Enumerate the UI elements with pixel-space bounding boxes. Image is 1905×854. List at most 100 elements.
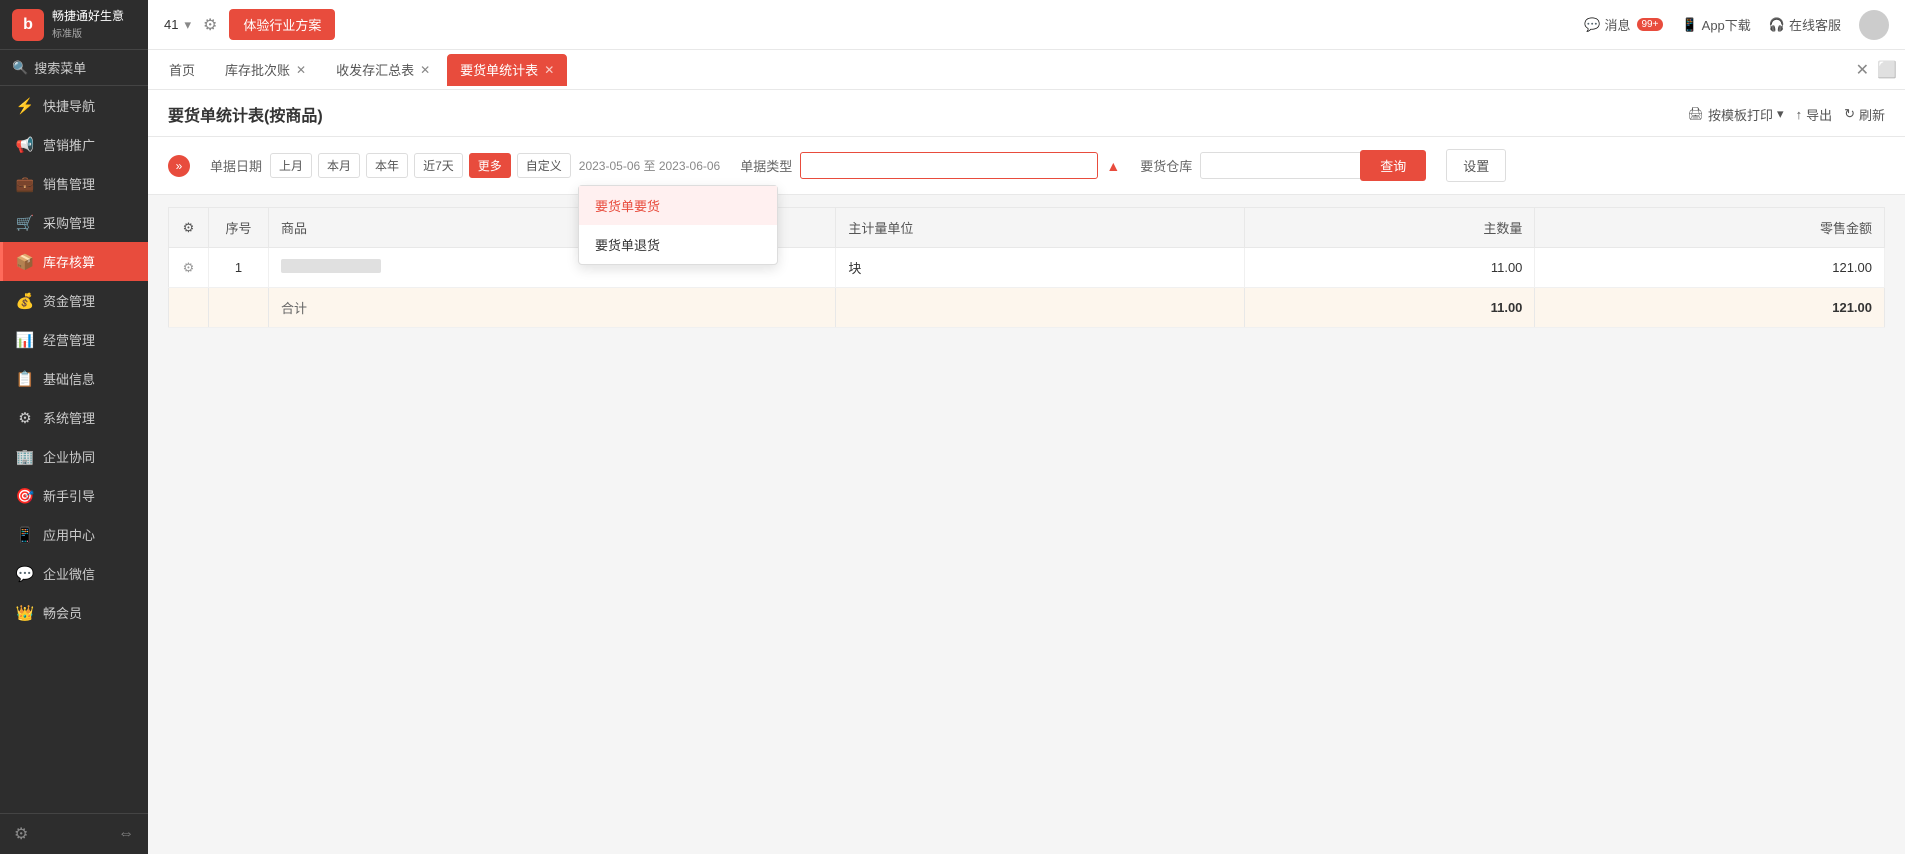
sidebar-item-quick-nav[interactable]: ⚡ 快捷导航 [0,86,148,125]
refresh-icon: ↻ [1844,106,1855,122]
sidebar-item-sales[interactable]: 💼 销售管理 [0,164,148,203]
sidebar-item-inventory[interactable]: 📦 库存核算 [0,242,148,281]
print-btn[interactable]: 🖨 按模板打印 ▾ [1688,105,1784,124]
row-unit: 块 [836,248,1245,288]
query-btn[interactable]: 查询 [1360,150,1426,181]
total-label: 合计 [269,288,836,328]
sidebar-icon-basic-info: 📋 [15,370,35,388]
sidebar-icon-members: 👑 [15,604,35,622]
online-service-btn[interactable]: 🎧 在线客服 [1769,15,1841,34]
topbar-account: 41 ▾ [164,17,191,33]
row-amount: 121.00 [1535,248,1885,288]
date-btn-this-month[interactable]: 本月 [318,153,360,178]
sidebar-label-quick-nav: 快捷导航 [43,96,95,115]
main-content: 41 ▾ ⚙ 体验行业方案 💬 消息 99+ 📱 App下载 🎧 在线客服 [148,0,1905,854]
warehouse-label: 要货仓库 [1140,156,1192,175]
page-title-row: 要货单统计表(按商品) 🖨 按模板打印 ▾ ↑ 导出 ↻ 刷新 [168,102,1885,126]
sidebar-label-sales: 销售管理 [43,174,95,193]
date-btn-this-year[interactable]: 本年 [366,153,408,178]
print-icon: 🖨 [1688,106,1705,122]
sidebar-label-finance: 资金管理 [43,291,95,310]
tabs-bar: 首页库存批次账✕收发存汇总表✕要货单统计表✕ ✕ ⬜ [148,50,1905,90]
tab-close-inventory-batch[interactable]: ✕ [296,63,306,77]
sidebar-label-operations: 经营管理 [43,330,95,349]
date-btn-custom[interactable]: 自定义 [517,153,571,178]
sidebar-icon-purchase: 🛒 [15,214,35,232]
tab-receive-summary[interactable]: 收发存汇总表 ✕ [323,54,443,86]
page-title: 要货单统计表(按商品) [168,102,323,126]
date-btn-7days[interactable]: 近7天 [414,153,463,178]
row-quantity: 11.00 [1244,248,1535,288]
type-input[interactable] [800,152,1098,179]
sidebar-item-basic-info[interactable]: 📋 基础信息 [0,359,148,398]
row-seq: 1 [209,248,269,288]
sidebar-item-purchase[interactable]: 🛒 采购管理 [0,203,148,242]
sidebar-label-system: 系统管理 [43,408,95,427]
dropdown-item-return[interactable]: 要货单退货 [579,225,777,264]
expand-icon: » [176,159,183,173]
filter-date-group: 单据日期 上月 本月 本年 近7天 更多 自定义 2023-05-06 至 20… [210,153,720,178]
tab-label-home: 首页 [169,60,195,79]
topbar: 41 ▾ ⚙ 体验行业方案 💬 消息 99+ 📱 App下载 🎧 在线客服 [148,0,1905,50]
collapse-icon[interactable]: ⇔ [118,825,134,843]
sidebar-item-enterprise[interactable]: 🏢 企业协同 [0,437,148,476]
sidebar-item-system[interactable]: ⚙ 系统管理 [0,398,148,437]
tab-close-order-stats[interactable]: ✕ [544,63,554,77]
user-avatar[interactable] [1859,10,1889,40]
settings-icon[interactable]: ⚙ [14,824,28,844]
refresh-btn[interactable]: ↻ 刷新 [1844,105,1885,124]
table-row: ⚙ 1 块 11.00 121.00 [169,248,1885,288]
tab-home[interactable]: 首页 [156,54,208,86]
date-btn-more[interactable]: 更多 [469,153,511,178]
filter-settings-btn[interactable]: 设置 [1446,149,1506,182]
type-dropdown-arrow[interactable]: ▲ [1106,158,1120,174]
sidebar-icon-quick-nav: ⚡ [15,97,35,115]
sidebar-search[interactable]: 🔍 搜索菜单 [0,50,148,86]
sidebar-item-app-center[interactable]: 📱 应用中心 [0,515,148,554]
filter-row: » 单据日期 上月 本月 本年 近7天 更多 自定义 2023-05-06 至 … [148,137,1905,195]
topbar-left: 41 ▾ ⚙ 体验行业方案 [164,9,335,40]
sidebar-item-operations[interactable]: 📊 经营管理 [0,320,148,359]
sidebar-label-enterprise-wx: 企业微信 [43,564,95,583]
sidebar-icon-operations: 📊 [15,331,35,349]
sidebar-label-basic-info: 基础信息 [43,369,95,388]
col-settings[interactable]: ⚙ [169,208,209,248]
tab-label-receive-summary: 收发存汇总表 [336,60,414,79]
sidebar-icon-marketing: 📢 [15,136,35,154]
sidebar-label-app-center: 应用中心 [43,525,95,544]
industry-btn[interactable]: 体验行业方案 [229,9,335,40]
account-dropdown-icon[interactable]: ▾ [184,17,191,33]
sidebar-item-members[interactable]: 👑 畅会员 [0,593,148,632]
maximize-btn[interactable]: ⬜ [1877,60,1897,80]
page-actions: 🖨 按模板打印 ▾ ↑ 导出 ↻ 刷新 [1688,105,1886,124]
messages-btn[interactable]: 💬 消息 99+ [1584,15,1663,34]
type-dropdown: 要货单要货 要货单退货 [578,185,778,265]
data-table: ⚙ 序号 商品 主计量单位 主数量 零售金额 ⚙ 1 块 11.00 121.0… [168,207,1885,328]
filter-expand-btn[interactable]: » [168,155,190,177]
total-amount: 121.00 [1535,288,1885,328]
tab-inventory-batch[interactable]: 库存批次账✕ [212,54,319,86]
app-logo-text: 畅捷通好生意 标准版 [52,9,124,40]
row-settings[interactable]: ⚙ [169,248,209,288]
export-btn[interactable]: ↑ 导出 [1796,105,1833,124]
date-btn-last-month[interactable]: 上月 [270,153,312,178]
sidebar-item-guide[interactable]: 🎯 新手引导 [0,476,148,515]
sidebar-icon-enterprise: 🏢 [15,448,35,466]
app-download-icon: 📱 [1681,17,1697,33]
sidebar-icon-enterprise-wx: 💬 [15,565,35,583]
sidebar-icon-system: ⚙ [15,409,35,427]
tab-close-receive-summary[interactable]: ✕ [420,63,430,77]
app-download-btn[interactable]: 📱 App下载 [1681,15,1750,34]
sidebar-icon-sales: 💼 [15,175,35,193]
sidebar-item-enterprise-wx[interactable]: 💬 企业微信 [0,554,148,593]
close-tab-btn[interactable]: ✕ [1856,60,1869,80]
tab-order-stats[interactable]: 要货单统计表✕ [447,54,567,86]
dropdown-item-order[interactable]: 要货单要货 [579,186,777,225]
topbar-settings-icon[interactable]: ⚙ [203,15,217,35]
sidebar-nav: ⚡ 快捷导航📢 营销推广💼 销售管理🛒 采购管理📦 库存核算💰 资金管理📊 经营… [0,86,148,813]
sidebar-item-marketing[interactable]: 📢 营销推广 [0,125,148,164]
sidebar-item-finance[interactable]: 💰 资金管理 [0,281,148,320]
sidebar-label-purchase: 采购管理 [43,213,95,232]
date-range: 2023-05-06 至 2023-06-06 [579,157,720,174]
headset-icon: 🎧 [1769,17,1785,33]
